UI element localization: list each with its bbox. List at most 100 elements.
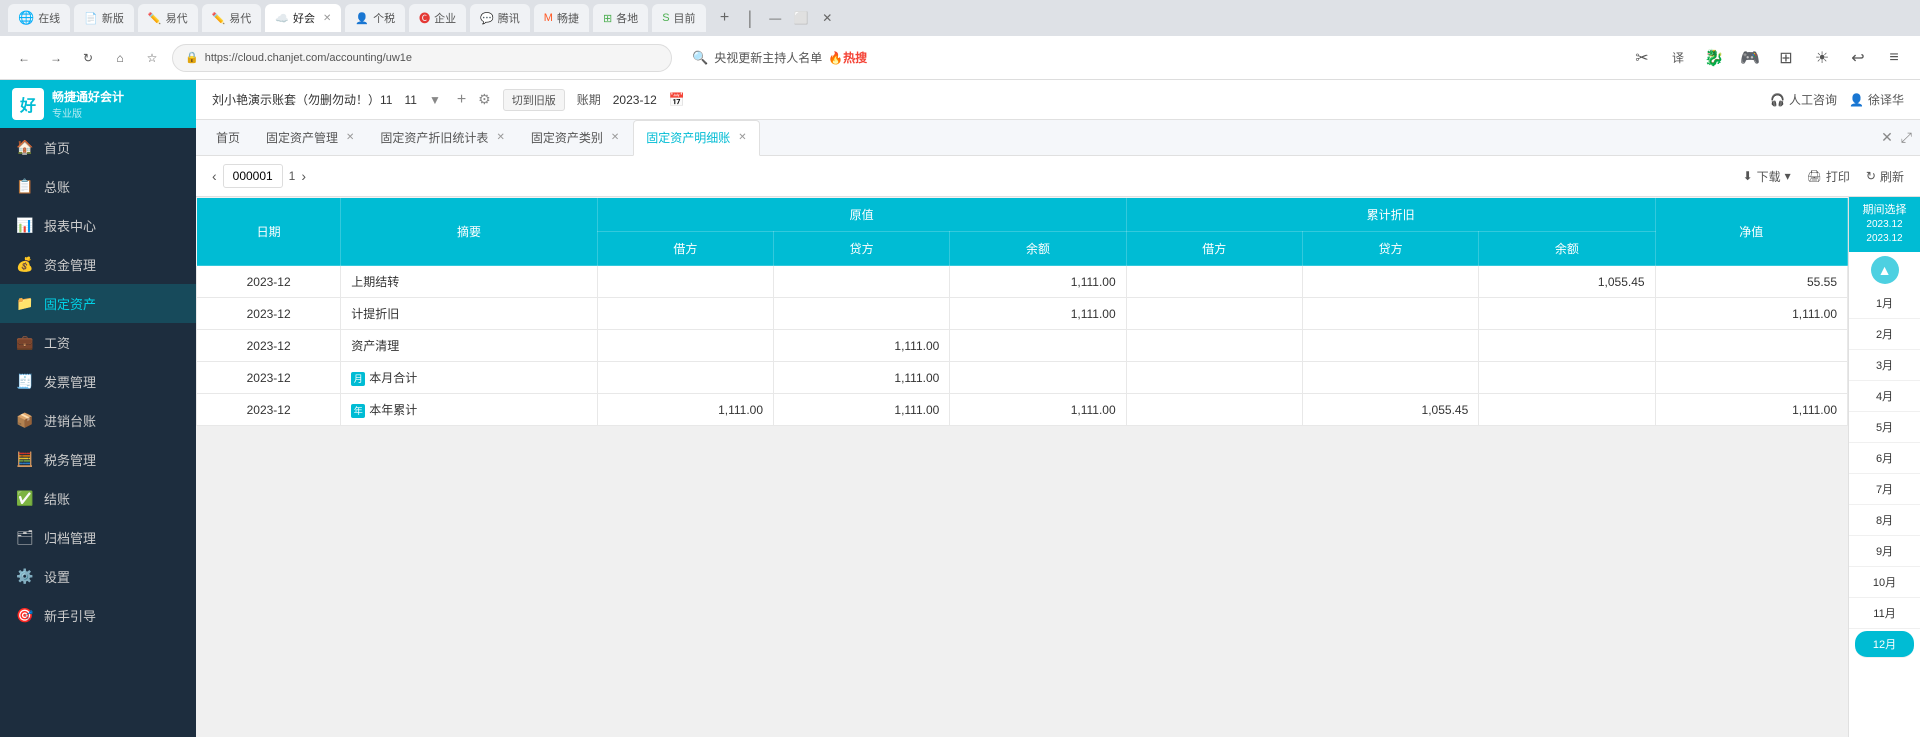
period-month-9[interactable]: 9月 xyxy=(1849,536,1920,567)
period-month-6[interactable]: 6月 xyxy=(1849,443,1920,474)
download-dropdown-icon[interactable]: ▾ xyxy=(1785,169,1791,183)
browser-search: 🔍 央视更新主持人名单 🔥热搜 xyxy=(692,49,867,66)
page-tab-home[interactable]: 首页 xyxy=(204,120,252,156)
prev-page-btn[interactable]: ‹ xyxy=(212,168,217,184)
menu-btn[interactable]: ≡ xyxy=(1880,44,1908,72)
sidebar-item-tax[interactable]: 🧮 税务管理 xyxy=(0,440,196,479)
undo-btn[interactable]: ↩ xyxy=(1844,44,1872,72)
game-btn[interactable]: 🎮 xyxy=(1736,44,1764,72)
maximize-btn[interactable]: ⬜ xyxy=(790,7,812,29)
tab-new[interactable]: 📄 新版 xyxy=(74,4,134,32)
minimize-btn[interactable]: — xyxy=(764,7,786,29)
tab-close-fixed-detail[interactable]: ✕ xyxy=(738,132,746,143)
cell-summary-2: 资产清理 xyxy=(341,330,597,362)
cell-net-0: 55.55 xyxy=(1655,266,1847,298)
download-btn[interactable]: ⬇ 下载 ▾ xyxy=(1743,168,1791,185)
sidebar-item-close-period[interactable]: ✅ 结账 xyxy=(0,479,196,518)
cell-accum-credit-3 xyxy=(1302,362,1478,394)
page-number-input[interactable] xyxy=(223,164,283,188)
wallet-btn[interactable]: 🐉 xyxy=(1700,44,1728,72)
period-month-8[interactable]: 8月 xyxy=(1849,505,1920,536)
refresh-btn[interactable]: ↻ xyxy=(76,46,100,70)
sidebar-item-home[interactable]: 🏠 首页 xyxy=(0,128,196,167)
tab-online[interactable]: 🌐 在线 xyxy=(8,4,70,32)
tab-bar-actions: ✕ ⤢ xyxy=(1881,129,1912,146)
period-month-10[interactable]: 10月 xyxy=(1849,567,1920,598)
sidebar-item-invoice[interactable]: 🧾 发票管理 xyxy=(0,362,196,401)
cell-accum-balance-0: 1,055.45 xyxy=(1479,266,1655,298)
cell-orig-balance-1: 1,111.00 xyxy=(950,298,1126,330)
period-month-4[interactable]: 4月 xyxy=(1849,381,1920,412)
tab-yidai2[interactable]: ✏️ 易代 xyxy=(202,4,262,32)
sidebar-item-settings[interactable]: ⚙️ 设置 xyxy=(0,557,196,596)
sidebar-item-fixed-assets[interactable]: 📁 固定资产 xyxy=(0,284,196,323)
download-icon: ⬇ xyxy=(1743,169,1753,183)
reports-icon: 📊 xyxy=(16,217,34,235)
period-month-7[interactable]: 7月 xyxy=(1849,474,1920,505)
tab-tencent[interactable]: 💬 腾讯 xyxy=(470,4,530,32)
address-bar[interactable]: 🔒 https://cloud.chanjet.com/accounting/u… xyxy=(172,44,672,72)
home-btn[interactable]: ⌂ xyxy=(108,46,132,70)
tab-close-fixed-mgmt[interactable]: ✕ xyxy=(346,132,354,143)
calendar-icon[interactable]: 📅 xyxy=(669,92,685,108)
translate-btn[interactable]: 译 xyxy=(1664,44,1692,72)
page-tab-fixed-mgmt[interactable]: 固定资产管理 ✕ xyxy=(254,120,366,156)
sidebar-item-purchase-sales[interactable]: 📦 进销台账 xyxy=(0,401,196,440)
close-btn[interactable]: ✕ xyxy=(816,7,838,29)
period-month-11[interactable]: 11月 xyxy=(1849,598,1920,629)
tab-yidai1[interactable]: ✏️ 易代 xyxy=(138,4,198,32)
user-profile-btn[interactable]: 👤 徐译华 xyxy=(1849,91,1904,108)
sidebar-item-reports[interactable]: 📊 报表中心 xyxy=(0,206,196,245)
app-layout: 好 畅捷通好会计 专业版 🏠 首页 📋 总账 📊 报表中心 💰 资金管理 📁 固… xyxy=(0,80,1920,737)
tab-close-depreciation-stats[interactable]: ✕ xyxy=(496,132,504,143)
sidebar: 好 畅捷通好会计 专业版 🏠 首页 📋 总账 📊 报表中心 💰 资金管理 📁 固… xyxy=(0,80,196,737)
page-tab-depreciation-stats[interactable]: 固定资产折旧统计表 ✕ xyxy=(368,120,516,156)
scissors-btn[interactable]: ✂ xyxy=(1628,44,1656,72)
grid-btn[interactable]: ⊞ xyxy=(1772,44,1800,72)
tab-mumu[interactable]: S 目前 xyxy=(652,4,705,32)
home-icon: 🏠 xyxy=(16,139,34,157)
print-btn[interactable]: 🖨 打印 xyxy=(1807,168,1850,185)
period-month-5[interactable]: 5月 xyxy=(1849,412,1920,443)
period-month-1[interactable]: 1月 xyxy=(1849,288,1920,319)
cell-date-2: 2023-12 xyxy=(197,330,341,362)
page-index: 1 xyxy=(289,169,296,183)
tab-close-haohui[interactable]: ✕ xyxy=(323,13,331,24)
add-account-btn[interactable]: + xyxy=(457,91,466,109)
account-dropdown[interactable]: ▼ xyxy=(429,93,441,107)
tab-enterprise[interactable]: 🅒 企业 xyxy=(409,4,466,32)
cell-date-3: 2023-12 xyxy=(197,362,341,394)
refresh-icon: ↻ xyxy=(1866,169,1876,183)
sidebar-item-archive[interactable]: 🗂 归档管理 xyxy=(0,518,196,557)
tab-close-fixed-category[interactable]: ✕ xyxy=(611,132,619,143)
main-wrapper: 日期 摘要 原值 累计折旧 净值 借方 贷方 余额 借方 xyxy=(196,197,1920,737)
close-current-tab-btn[interactable]: ✕ xyxy=(1881,129,1893,146)
sidebar-item-ledger[interactable]: 📋 总账 xyxy=(0,167,196,206)
bookmark-btn[interactable]: ☆ xyxy=(140,46,164,70)
new-tab-btn[interactable]: + xyxy=(714,7,736,29)
cell-orig-debit-4: 1,111.00 xyxy=(597,394,773,426)
tab-changjie[interactable]: M 畅捷 xyxy=(534,4,589,32)
maximize-tab-btn[interactable]: ⤢ xyxy=(1901,129,1912,146)
period-month-3[interactable]: 3月 xyxy=(1849,350,1920,381)
refresh-data-btn[interactable]: ↻ 刷新 xyxy=(1866,168,1904,185)
sidebar-item-payroll[interactable]: 💼 工资 xyxy=(0,323,196,362)
switch-version-btn[interactable]: 切到旧版 xyxy=(503,89,565,111)
customer-service-btn[interactable]: 🎧 人工咨询 xyxy=(1770,91,1837,108)
back-btn[interactable]: ← xyxy=(12,46,36,70)
sidebar-item-funds[interactable]: 💰 资金管理 xyxy=(0,245,196,284)
cell-accum-credit-1 xyxy=(1302,298,1478,330)
tab-geshui[interactable]: 👤 个税 xyxy=(345,4,405,32)
period-month-12[interactable]: 12月 xyxy=(1855,631,1914,658)
forward-btn[interactable]: → xyxy=(44,46,68,70)
sidebar-item-guide[interactable]: 🎯 新手引导 xyxy=(0,596,196,635)
tab-haohui[interactable]: ☁️ 好会 ✕ xyxy=(265,4,341,32)
settings-btn[interactable]: ⚙ xyxy=(478,91,491,108)
tab-gedi[interactable]: ⊞ 各地 xyxy=(593,4,648,32)
page-tab-fixed-category[interactable]: 固定资产类别 ✕ xyxy=(519,120,631,156)
page-tab-fixed-detail[interactable]: 固定资产明细账 ✕ xyxy=(633,120,759,156)
period-month-2[interactable]: 2月 xyxy=(1849,319,1920,350)
period-scroll-up-btn[interactable]: ▲ xyxy=(1871,256,1899,284)
brightness-btn[interactable]: ☀ xyxy=(1808,44,1836,72)
next-page-btn[interactable]: › xyxy=(301,168,306,184)
